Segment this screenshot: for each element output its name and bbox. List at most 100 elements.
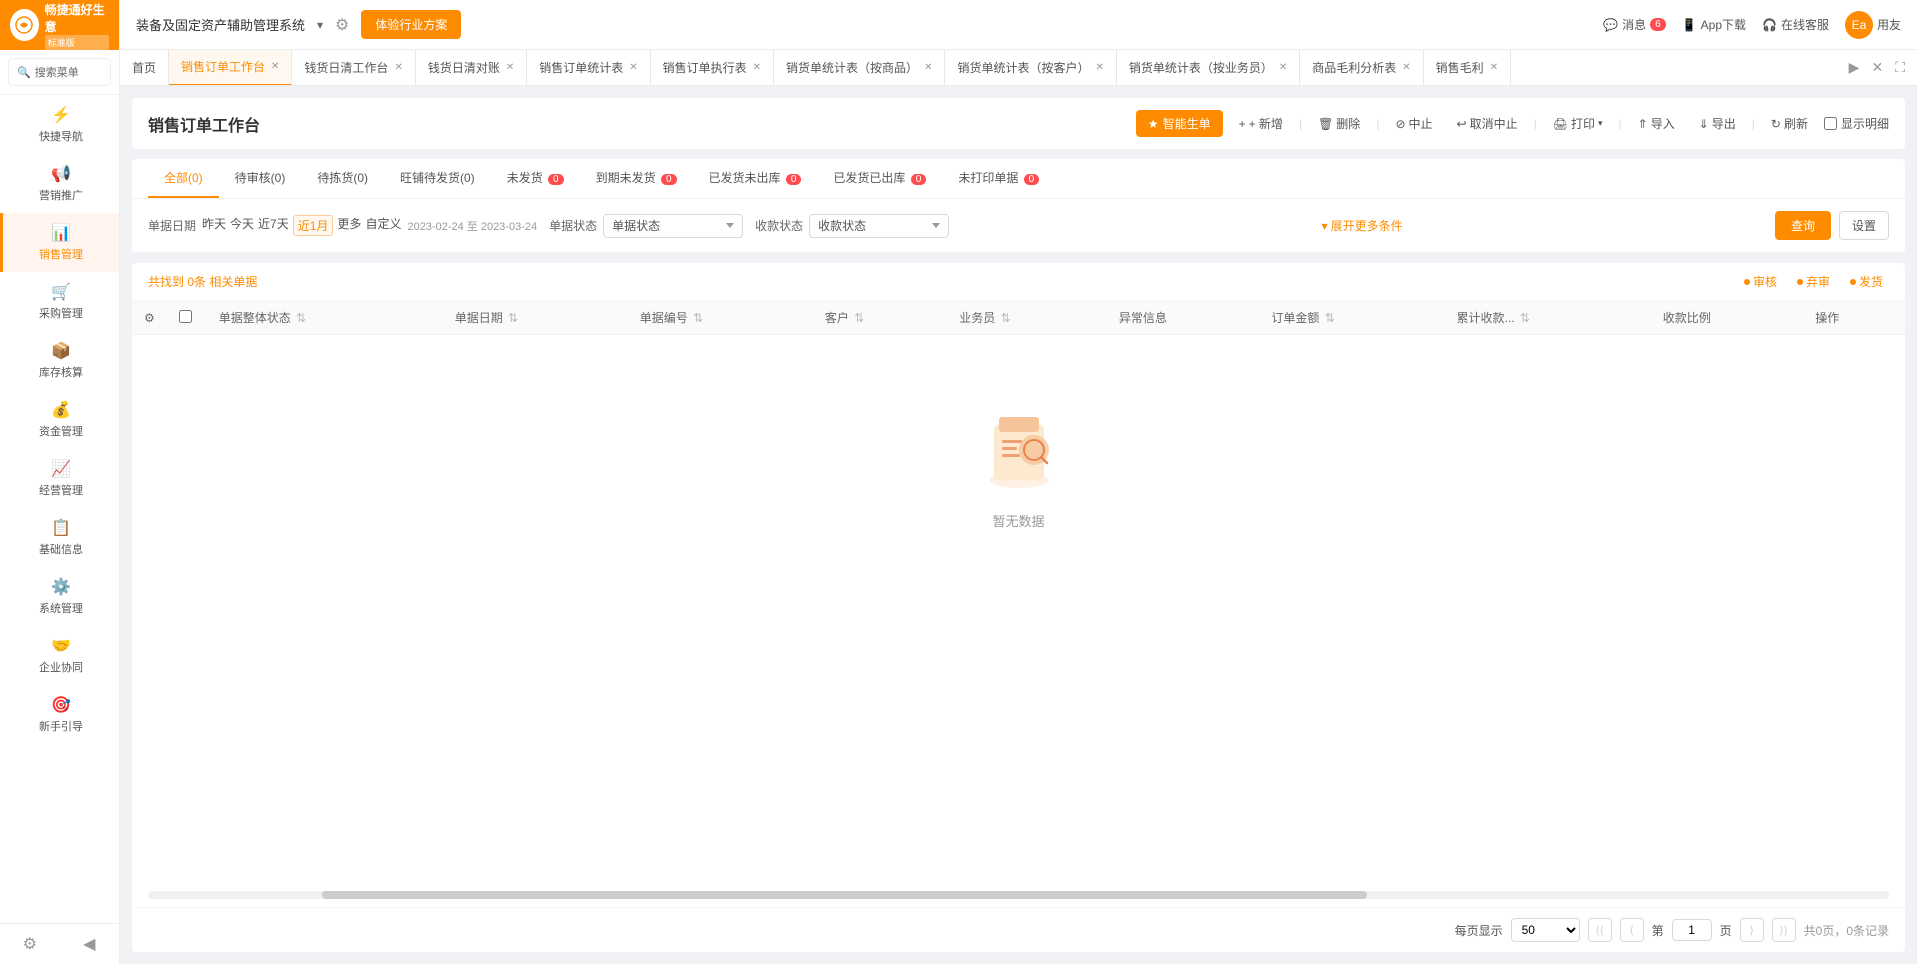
tab-close-all-button[interactable]: ✕ <box>1867 57 1887 78</box>
date-link-yesterday[interactable]: 昨天 <box>202 215 226 236</box>
system-dropdown-button[interactable]: ▾ <box>317 18 323 32</box>
sidebar-item-cooperation[interactable]: 🤝 企业协同 <box>0 626 119 685</box>
sort-amount-icon[interactable]: ⇅ <box>1325 311 1335 325</box>
message-button[interactable]: 💬 消息 6 <box>1603 16 1666 33</box>
tab-close-sales-order-exec[interactable]: ✕ <box>753 62 761 73</box>
col-checkbox-header[interactable] <box>167 301 207 335</box>
sort-customer-icon[interactable]: ⇅ <box>854 311 864 325</box>
tab-close-cash-daily[interactable]: ✕ <box>394 62 402 73</box>
horizontal-scrollbar[interactable] <box>148 891 1889 899</box>
date-link-1month[interactable]: 近1月 <box>293 215 334 236</box>
quick-ship-button[interactable]: 发货 <box>1844 271 1889 292</box>
date-link-today[interactable]: 今天 <box>230 215 254 236</box>
date-link-7days[interactable]: 近7天 <box>258 215 289 236</box>
search-menu-button[interactable]: 🔍 搜索菜单 <box>8 58 111 86</box>
tab-close-sales-by-customer[interactable]: ✕ <box>1095 62 1103 73</box>
print-button[interactable]: 🖨 打印 ▾ <box>1545 111 1611 136</box>
filter-tab-wangpu-ship[interactable]: 旺铺待发货(0) <box>384 159 491 198</box>
user-menu-button[interactable]: Ea 用友 <box>1845 11 1901 39</box>
filter-tab-pending-pick[interactable]: 待拣货(0) <box>301 159 384 198</box>
solution-button[interactable]: 体验行业方案 <box>361 10 461 39</box>
select-all-checkbox[interactable] <box>179 310 192 323</box>
filter-tab-shipped-not-out[interactable]: 已发货未出库 0 <box>693 159 818 198</box>
filter-tab-all[interactable]: 全部(0) <box>148 159 219 198</box>
sidebar-settings-button[interactable]: ⚙ <box>0 924 60 964</box>
tab-home[interactable]: 首页 <box>120 50 169 86</box>
sort-salesman-icon[interactable]: ⇅ <box>1001 311 1011 325</box>
sidebar-item-quick-nav[interactable]: ⚡ 快捷导航 <box>0 95 119 154</box>
table-quick-actions: 审核 弃审 发货 <box>1738 271 1889 292</box>
date-link-custom[interactable]: 自定义 <box>365 215 401 236</box>
quick-revoke-button[interactable]: 弃审 <box>1791 271 1836 292</box>
scrollbar-thumb[interactable] <box>322 891 1367 899</box>
sort-collected-icon[interactable]: ⇅ <box>1520 311 1530 325</box>
tab-close-sales-by-salesman[interactable]: ✕ <box>1279 62 1287 73</box>
tab-close-sales-by-product[interactable]: ✕ <box>924 62 932 73</box>
filter-tab-pending-audit[interactable]: 待审核(0) <box>219 159 302 198</box>
topbar-settings-button[interactable]: ⚙ <box>335 15 349 35</box>
tab-sales-order-exec[interactable]: 销售订单执行表 ✕ <box>651 50 774 86</box>
quick-audit-button[interactable]: 审核 <box>1738 271 1783 292</box>
tab-sales-by-salesman[interactable]: 销货单统计表（按业务员） ✕ <box>1117 50 1300 86</box>
tab-close-cash-reconciliation[interactable]: ✕ <box>506 62 514 73</box>
tab-gross-profit[interactable]: 商品毛利分析表 ✕ <box>1300 50 1423 86</box>
filter-tab-shipped-out[interactable]: 已发货已出库 0 <box>817 159 942 198</box>
delete-button[interactable]: 🗑 删除 <box>1310 111 1368 136</box>
tab-close-gross-profit[interactable]: ✕ <box>1402 62 1410 73</box>
sort-date-icon[interactable]: ⇅ <box>508 311 518 325</box>
tab-fullscreen-button[interactable]: ⛶ <box>1891 57 1909 78</box>
show-detail-checkbox[interactable]: 显示明细 <box>1824 115 1889 132</box>
tab-scroll-right-button[interactable]: ▶ <box>1845 57 1864 78</box>
filter-tab-overdue-ship[interactable]: 到期未发货 0 <box>580 159 693 198</box>
settings-filter-button[interactable]: 设置 <box>1839 211 1889 240</box>
sidebar-item-base-info[interactable]: 📋 基础信息 <box>0 508 119 567</box>
page-actions: ★ 智能生单 + + 新增 | 🗑 删除 | ⊘ 中止 ↩ <box>1136 110 1889 137</box>
date-link-more[interactable]: 更多 <box>337 215 361 236</box>
smart-generate-button[interactable]: ★ 智能生单 <box>1136 110 1223 137</box>
col-settings[interactable]: ⚙ <box>132 301 167 335</box>
sidebar-item-system[interactable]: ⚙️ 系统管理 <box>0 567 119 626</box>
sort-status-icon[interactable]: ⇅ <box>296 311 306 325</box>
sidebar-item-operations[interactable]: 📈 经营管理 <box>0 449 119 508</box>
online-service-button[interactable]: 🎧 在线客服 <box>1762 16 1829 33</box>
sidebar-item-inventory[interactable]: 📦 库存核算 <box>0 331 119 390</box>
filter-tab-unprinted[interactable]: 未打印单据 0 <box>942 159 1055 198</box>
first-page-button[interactable]: ⟨⟨ <box>1588 918 1612 942</box>
import-button[interactable]: ⇑ 导入 <box>1630 111 1683 136</box>
tab-close-sales-order[interactable]: ✕ <box>271 61 279 72</box>
sidebar-item-sales[interactable]: 📊 销售管理 <box>0 213 119 272</box>
sidebar-item-purchase[interactable]: 🛒 采购管理 <box>0 272 119 331</box>
payment-select[interactable]: 收款状态 <box>809 214 949 238</box>
sidebar-collapse-button[interactable]: ◀ <box>60 924 120 964</box>
sidebar-item-newbie[interactable]: 🎯 新手引导 <box>0 685 119 744</box>
filter-tab-unshipped[interactable]: 未发货 0 <box>491 159 580 198</box>
sidebar-item-finance[interactable]: 💰 资金管理 <box>0 390 119 449</box>
export-button[interactable]: ⇓ 导出 <box>1691 111 1744 136</box>
tab-close-sales-profit[interactable]: ✕ <box>1490 62 1498 73</box>
tab-cash-daily[interactable]: 钱货日清工作台 ✕ <box>292 50 415 86</box>
tab-sales-order-workbench[interactable]: 销售订单工作台 ✕ <box>169 50 292 86</box>
prev-page-button[interactable]: ⟨ <box>1620 918 1644 942</box>
tab-sales-profit[interactable]: 销售毛利 ✕ <box>1424 50 1511 86</box>
tab-cash-reconciliation[interactable]: 钱货日清对账 ✕ <box>416 50 527 86</box>
status-select[interactable]: 单据状态 <box>603 214 743 238</box>
stop-button[interactable]: ⊘ 中止 <box>1387 111 1440 136</box>
cancel-stop-button[interactable]: ↩ 取消中止 <box>1449 111 1526 136</box>
tab-close-sales-order-stats[interactable]: ✕ <box>629 62 637 73</box>
cancel-stop-icon: ↩ <box>1457 117 1467 131</box>
refresh-button[interactable]: ↻ 刷新 <box>1763 111 1816 136</box>
add-button[interactable]: + + 新增 <box>1231 111 1291 136</box>
sort-number-icon[interactable]: ⇅ <box>693 311 703 325</box>
expand-filter-button[interactable]: ▾ 展开更多条件 <box>1322 217 1403 234</box>
sidebar-item-marketing[interactable]: 📢 营销推广 <box>0 154 119 213</box>
show-detail-input[interactable] <box>1824 117 1837 130</box>
per-page-select[interactable]: 50 10 20 100 <box>1511 918 1580 942</box>
next-page-button[interactable]: ⟩ <box>1740 918 1764 942</box>
page-input[interactable] <box>1672 919 1712 941</box>
last-page-button[interactable]: ⟩⟩ <box>1772 918 1796 942</box>
tab-sales-by-customer[interactable]: 销货单统计表（按客户） ✕ <box>945 50 1116 86</box>
query-button[interactable]: 查询 <box>1775 211 1831 240</box>
app-download-button[interactable]: 📱 App下载 <box>1682 16 1746 33</box>
tab-sales-order-stats[interactable]: 销售订单统计表 ✕ <box>527 50 650 86</box>
tab-sales-by-product[interactable]: 销货单统计表（按商品） ✕ <box>774 50 945 86</box>
